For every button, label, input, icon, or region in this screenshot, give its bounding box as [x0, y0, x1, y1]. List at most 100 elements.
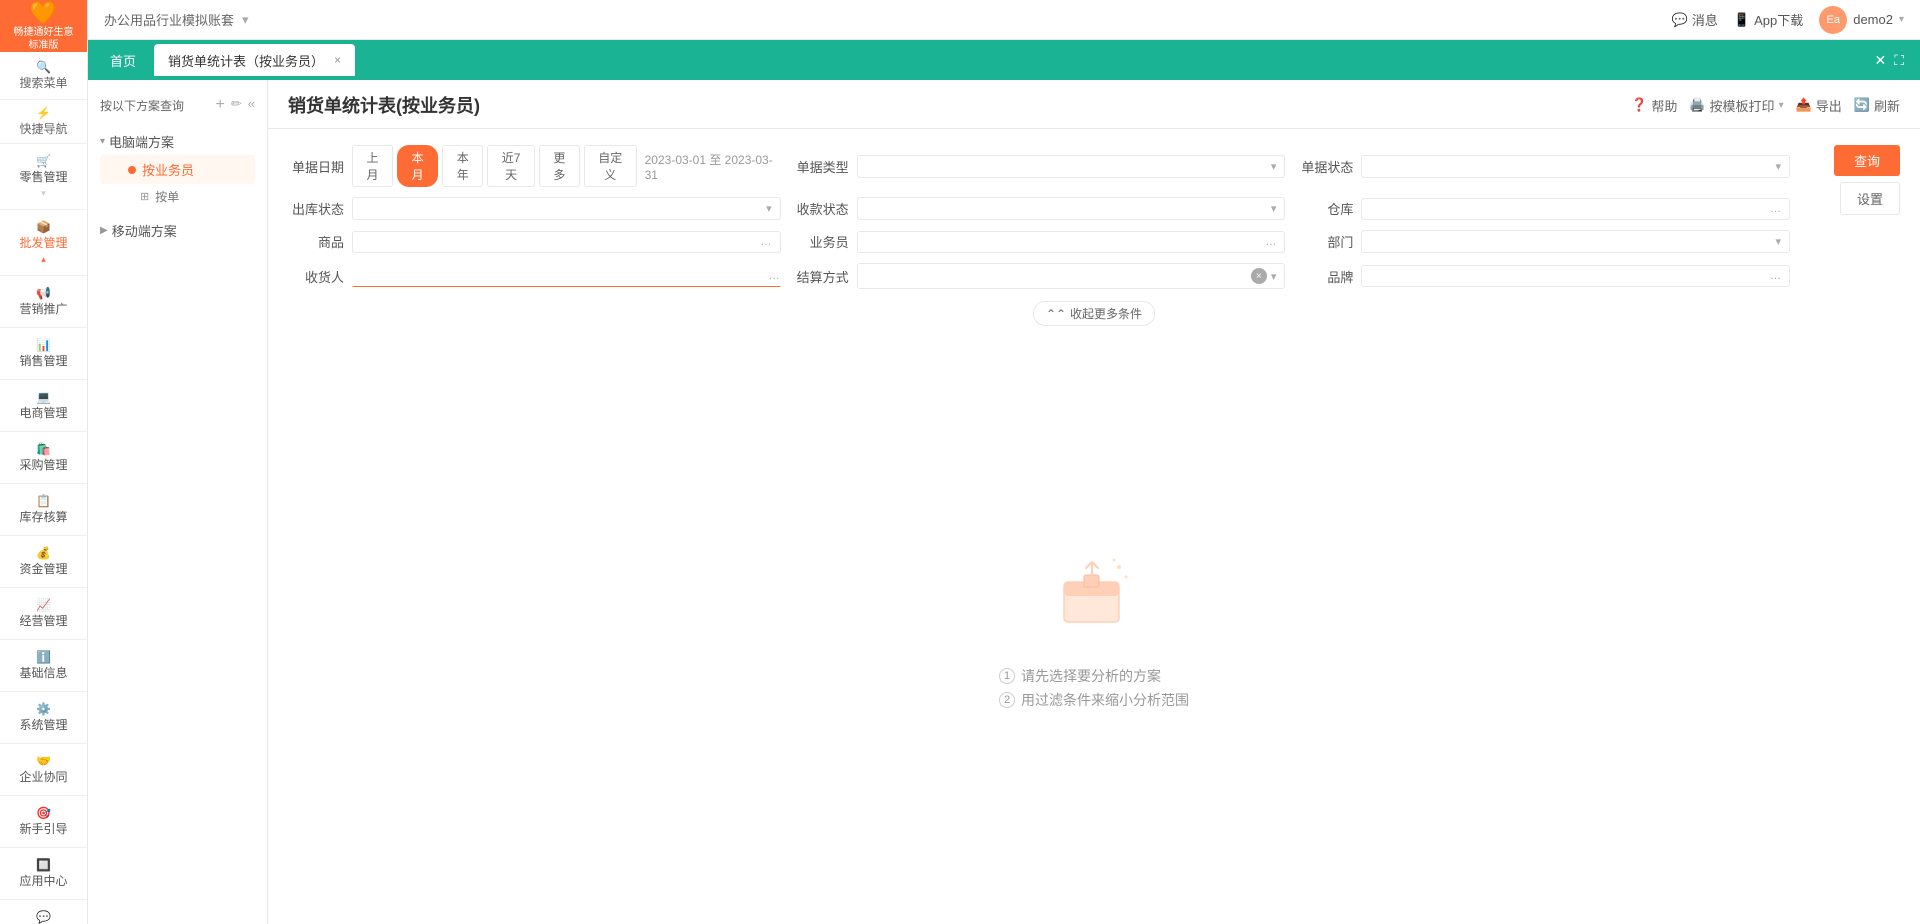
- brand-cell: 品牌 …: [1297, 265, 1790, 287]
- wholesale-arrow: ▴: [41, 254, 46, 264]
- sidebar-item-purchase[interactable]: 🛍️ 采购管理: [0, 432, 87, 484]
- collapse-conditions-button[interactable]: ⌃⌃ 收起更多条件: [1033, 301, 1155, 326]
- finance-icon: 💰: [0, 546, 87, 560]
- message-button[interactable]: 💬 消息: [1672, 10, 1718, 29]
- brand-select[interactable]: …: [1361, 265, 1790, 287]
- receipt-status-select[interactable]: ▾: [857, 197, 1286, 220]
- sidebar-quick-nav[interactable]: ⚡ 快捷导航: [0, 100, 87, 144]
- receiver-input[interactable]: …: [352, 265, 781, 287]
- edit-scheme-icon[interactable]: ✏: [231, 96, 242, 114]
- left-panel-actions: + ✏ «: [216, 96, 255, 114]
- collapse-bar: ⌃⌃ 收起更多条件: [288, 295, 1900, 332]
- app-download-button[interactable]: 📱 App下载: [1734, 10, 1803, 29]
- receiver-more: …: [769, 270, 780, 282]
- settings-button[interactable]: 设置: [1840, 182, 1900, 215]
- tab-sales-stats-label: 销货单统计表（按业务员）: [168, 51, 324, 70]
- add-scheme-icon[interactable]: +: [216, 96, 225, 114]
- brand-dots: …: [1770, 270, 1781, 282]
- collapse-panel-icon[interactable]: «: [248, 96, 255, 114]
- mobile-group-title[interactable]: ▶ 移动端方案: [100, 217, 255, 244]
- desktop-group-title[interactable]: ▾ 电脑端方案: [100, 128, 255, 155]
- close-tab-icon[interactable]: ✕: [1874, 52, 1886, 69]
- topbar-dropdown-icon[interactable]: ▾: [242, 12, 249, 28]
- query-button[interactable]: 查询: [1834, 145, 1900, 176]
- ecommerce-label: 电商管理: [0, 404, 87, 421]
- salesperson-select[interactable]: …: [857, 231, 1286, 253]
- receiver-label: 收货人: [288, 267, 344, 286]
- sidebar-item-marketing[interactable]: 📢 营销推广: [0, 276, 87, 328]
- warehouse-select[interactable]: …: [1361, 198, 1790, 220]
- filter-rows-container: 单据日期 上月 本月 本年 近7天 更多 自定义 2023-03-01 至 20…: [288, 141, 1900, 295]
- fullscreen-icon[interactable]: ⛶: [1894, 52, 1904, 69]
- sidebar: 🧡 畅捷通好生意 标准版 🔍 搜索菜单 ⚡ 快捷导航 🛒 零售管理 ▾ 📦 批发…: [0, 0, 88, 924]
- export-icon: 📤: [1796, 97, 1812, 113]
- empty-state: 1 请先选择要分析的方案 2 用过滤条件来缩小分析范围: [268, 332, 1920, 924]
- sidebar-item-operations[interactable]: 📈 经营管理: [0, 588, 87, 640]
- out-status-select[interactable]: ▾: [352, 197, 781, 220]
- sidebar-item-retail[interactable]: 🛒 零售管理 ▾: [0, 144, 87, 210]
- settlement-select[interactable]: × ▾: [857, 263, 1286, 289]
- warehouse-dots: …: [1770, 203, 1781, 215]
- doc-status-cell: 单据状态 ▾: [1297, 155, 1790, 178]
- template-print-button[interactable]: 🖨️ 按模板打印 ▾: [1689, 96, 1783, 115]
- message-label: 消息: [1692, 10, 1718, 29]
- retail-label: 零售管理: [0, 168, 87, 185]
- out-status-label: 出库状态: [288, 199, 344, 218]
- sub-scheme-icon: ⊞: [140, 190, 149, 203]
- basics-icon: ℹ️: [0, 650, 87, 664]
- help-button[interactable]: ❓ 帮助: [1631, 96, 1677, 115]
- sub-scheme-by-order[interactable]: ⊞ 按单: [100, 184, 255, 209]
- guide-icon: 🎯: [0, 806, 87, 820]
- sidebar-item-wholesale[interactable]: 📦 批发管理 ▴: [0, 210, 87, 276]
- sidebar-item-cooperation[interactable]: 🤝 企业协同: [0, 744, 87, 796]
- sidebar-item-ecommerce[interactable]: 💻 电商管理: [0, 380, 87, 432]
- sidebar-item-inventory[interactable]: 📋 库存核算: [0, 484, 87, 536]
- tab-close-icon[interactable]: ×: [334, 53, 341, 67]
- date-btn-this-month[interactable]: 本月: [397, 145, 438, 187]
- date-btn-last-7[interactable]: 近7天: [487, 145, 535, 187]
- sidebar-item-sales[interactable]: 📊 销售管理: [0, 328, 87, 380]
- out-status-cell: 出库状态 ▾: [288, 197, 781, 220]
- settlement-label: 结算方式: [793, 267, 849, 286]
- doc-type-select[interactable]: ▾: [857, 155, 1286, 178]
- refresh-button[interactable]: 🔄 刷新: [1854, 96, 1900, 115]
- sidebar-item-app-center[interactable]: 🔲 应用中心: [0, 848, 87, 900]
- date-btn-more[interactable]: 更多: [539, 145, 580, 187]
- sidebar-item-guide[interactable]: 🎯 新手引导: [0, 796, 87, 848]
- warehouse-label: 仓库: [1297, 199, 1353, 218]
- sidebar-item-basics[interactable]: ℹ️ 基础信息: [0, 640, 87, 692]
- doc-status-select[interactable]: ▾: [1361, 155, 1790, 178]
- scheme-order-label: 按单: [155, 188, 179, 205]
- date-btn-last-month[interactable]: 上月: [352, 145, 393, 187]
- tab-home[interactable]: 首页: [96, 44, 150, 76]
- content-area: 按以下方案查询 + ✏ « ▾ 电脑端方案 按业务员 ⊞ 按单: [88, 80, 1920, 924]
- date-btn-custom[interactable]: 自定义: [584, 145, 637, 187]
- active-scheme-dot: [128, 166, 136, 174]
- date-btn-this-year[interactable]: 本年: [442, 145, 483, 187]
- doc-type-cell: 单据类型 ▾: [793, 155, 1286, 178]
- date-label: 单据日期: [288, 157, 344, 176]
- cooperation-label: 企业协同: [0, 768, 87, 785]
- sidebar-item-system[interactable]: ⚙️ 系统管理: [0, 692, 87, 744]
- finance-label: 资金管理: [0, 560, 87, 577]
- doc-status-arrow: ▾: [1775, 160, 1781, 173]
- sidebar-item-wechat[interactable]: 💬 企业微信: [0, 900, 87, 924]
- doc-type-label: 单据类型: [793, 157, 849, 176]
- settlement-clear-icon[interactable]: ×: [1251, 268, 1267, 284]
- department-select[interactable]: ▾: [1361, 230, 1790, 253]
- sidebar-logo[interactable]: 🧡 畅捷通好生意 标准版: [0, 0, 88, 52]
- sidebar-item-finance[interactable]: 💰 资金管理: [0, 536, 87, 588]
- user-area[interactable]: Ea demo2 ▾: [1819, 6, 1904, 34]
- goods-select[interactable]: …: [352, 231, 781, 253]
- marketing-label: 营销推广: [0, 300, 87, 317]
- tab-sales-stats[interactable]: 销货单统计表（按业务员） ×: [154, 44, 355, 76]
- department-arrow: ▾: [1775, 235, 1781, 248]
- sidebar-search-menu[interactable]: 🔍 搜索菜单: [0, 52, 87, 100]
- collapse-label: 收起更多条件: [1070, 305, 1142, 322]
- receiver-cell: 收货人 …: [288, 265, 781, 287]
- scheme-item-by-salesperson[interactable]: 按业务员: [100, 155, 255, 184]
- salesperson-dots: …: [1265, 236, 1276, 248]
- tab-home-label: 首页: [110, 51, 136, 70]
- marketing-icon: 📢: [0, 286, 87, 300]
- export-button[interactable]: 📤 导出: [1796, 96, 1842, 115]
